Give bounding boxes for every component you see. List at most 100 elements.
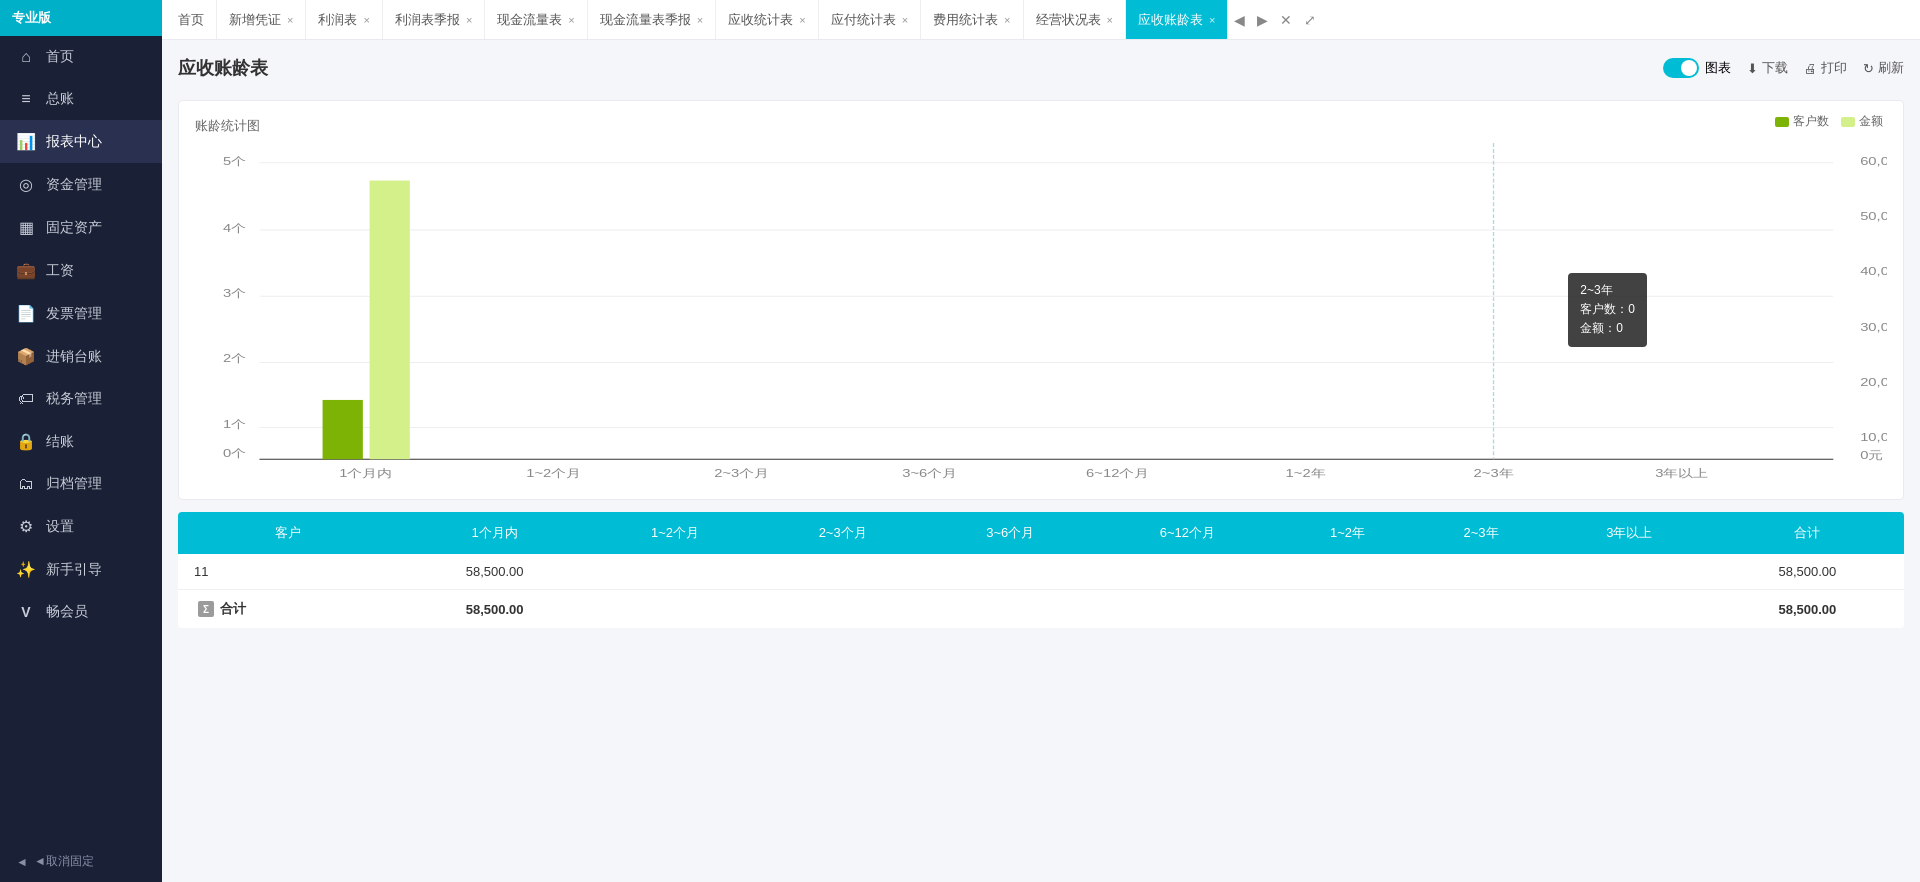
svg-text:60,000.00元: 60,000.00元 xyxy=(1860,155,1887,168)
svg-text:3年以上: 3年以上 xyxy=(1655,467,1708,479)
stock-icon: 📦 xyxy=(16,347,36,366)
sidebar-item-assets[interactable]: ▦ 固定资产 xyxy=(0,206,162,249)
sidebar-item-salary[interactable]: 💼 工资 xyxy=(0,249,162,292)
tab-expense-close[interactable]: × xyxy=(1004,14,1010,26)
tab-next-btn[interactable]: ▶ xyxy=(1251,0,1274,40)
bar-amount-1month[interactable] xyxy=(370,181,410,460)
tab-ar-aging-close[interactable]: × xyxy=(1209,14,1215,26)
chart-toggle[interactable] xyxy=(1663,58,1699,78)
sidebar-item-ledger[interactable]: ≡ 总账 xyxy=(0,78,162,120)
svg-text:0元: 0元 xyxy=(1860,449,1883,462)
tab-ar-aging[interactable]: 应收账龄表 × xyxy=(1126,0,1228,40)
footer-2-3year xyxy=(1414,590,1548,629)
tab-operations[interactable]: 经营状况表 × xyxy=(1024,0,1126,40)
tab-expense[interactable]: 费用统计表 × xyxy=(921,0,1023,40)
data-table: 客户 1个月内 1~2个月 2~3个月 3~6个月 6~12个月 1~2年 2~… xyxy=(178,512,1904,628)
sidebar-item-reports[interactable]: 📊 报表中心 xyxy=(0,120,162,163)
tab-ap-stat-close[interactable]: × xyxy=(902,14,908,26)
archive-icon: 🗂 xyxy=(16,475,36,493)
total-icon: Σ xyxy=(198,601,214,617)
tab-profit-season[interactable]: 利润表季报 × xyxy=(383,0,485,40)
sidebar-item-vip[interactable]: V 畅会员 xyxy=(0,591,162,633)
assets-icon: ▦ xyxy=(16,218,36,237)
tab-cashflow-season-close[interactable]: × xyxy=(697,14,703,26)
tab-expense-label: 费用统计表 xyxy=(933,11,998,29)
sidebar-toggle-pin[interactable]: ◄ ◄取消固定 xyxy=(0,841,162,882)
legend-amount-label: 金额 xyxy=(1859,113,1883,130)
print-btn[interactable]: 🖨 打印 xyxy=(1804,59,1847,77)
tab-ap-stat[interactable]: 应付统计表 × xyxy=(819,0,921,40)
chart-toggle-label: 图表 xyxy=(1705,59,1731,77)
close-book-icon: 🔒 xyxy=(16,432,36,451)
legend-amount: 金额 xyxy=(1841,113,1883,130)
tab-profit[interactable]: 利润表 × xyxy=(306,0,382,40)
tab-profit-season-close[interactable]: × xyxy=(466,14,472,26)
funds-icon: ◎ xyxy=(16,175,36,194)
sidebar-label-settings: 设置 xyxy=(46,518,74,536)
sidebar-item-stock[interactable]: 📦 进销台账 xyxy=(0,335,162,378)
svg-text:1~2个月: 1~2个月 xyxy=(526,467,581,479)
header-actions: 图表 ⬇ 下载 🖨 打印 ↻ 刷新 xyxy=(1663,58,1904,78)
col-header-2-3month: 2~3个月 xyxy=(759,512,927,554)
tab-cashflow-season[interactable]: 现金流量表季报 × xyxy=(588,0,716,40)
tab-operations-close[interactable]: × xyxy=(1107,14,1113,26)
col-header-customer: 客户 xyxy=(178,512,398,554)
tab-operations-label: 经营状况表 xyxy=(1036,11,1101,29)
col-header-1-2month: 1~2个月 xyxy=(591,512,759,554)
footer-3-6month xyxy=(926,590,1094,629)
refresh-btn[interactable]: ↻ 刷新 xyxy=(1863,59,1904,77)
chart-svg-area: 5个 4个 3个 2个 1个 0个 60,000.00元 50,000.00元 … xyxy=(195,143,1887,479)
salary-icon: 💼 xyxy=(16,261,36,280)
page-header: 应收账龄表 图表 ⬇ 下载 🖨 打印 ↻ 刷新 xyxy=(178,56,1904,80)
svg-text:2个: 2个 xyxy=(223,352,246,365)
svg-text:30,000.00元: 30,000.00元 xyxy=(1860,321,1887,334)
sidebar-item-guide[interactable]: ✨ 新手引导 xyxy=(0,548,162,591)
tab-profit-close[interactable]: × xyxy=(363,14,369,26)
sidebar-item-home[interactable]: ⌂ 首页 xyxy=(0,36,162,78)
sidebar-label-guide: 新手引导 xyxy=(46,561,102,579)
cell-1-2month xyxy=(591,554,759,590)
footer-1-2month xyxy=(591,590,759,629)
tab-cashflow-close[interactable]: × xyxy=(568,14,574,26)
chart-toggle-wrap: 图表 xyxy=(1663,58,1731,78)
footer-1month: 58,500.00 xyxy=(398,590,591,629)
svg-text:10,000.00元: 10,000.00元 xyxy=(1860,431,1887,444)
sidebar-item-invoice[interactable]: 📄 发票管理 xyxy=(0,292,162,335)
tab-ap-stat-label: 应付统计表 xyxy=(831,11,896,29)
tab-ar-stat-label: 应收统计表 xyxy=(728,11,793,29)
sidebar-label-tax: 税务管理 xyxy=(46,390,102,408)
sidebar-label-archive: 归档管理 xyxy=(46,475,102,493)
refresh-icon: ↻ xyxy=(1863,61,1874,76)
sidebar-label-assets: 固定资产 xyxy=(46,219,102,237)
vip-icon: V xyxy=(16,604,36,620)
tab-prev-btn[interactable]: ◀ xyxy=(1228,0,1251,40)
sidebar-item-close[interactable]: 🔒 结账 xyxy=(0,420,162,463)
sidebar-item-archive[interactable]: 🗂 归档管理 xyxy=(0,463,162,505)
svg-text:5个: 5个 xyxy=(223,155,246,168)
tab-voucher-close[interactable]: × xyxy=(287,14,293,26)
tab-cashflow[interactable]: 现金流量表 × xyxy=(485,0,587,40)
sidebar-label-funds: 资金管理 xyxy=(46,176,102,194)
table-footer-row: Σ 合计 58,500.00 58,500.00 xyxy=(178,590,1904,629)
tab-cashflow-season-label: 现金流量表季报 xyxy=(600,11,691,29)
chart-svg: 5个 4个 3个 2个 1个 0个 60,000.00元 50,000.00元 … xyxy=(195,143,1887,479)
tab-expand-btn[interactable]: ⤢ xyxy=(1298,0,1322,40)
tab-home[interactable]: 首页 xyxy=(166,0,217,40)
sidebar: 专业版 ⌂ 首页 ≡ 总账 📊 报表中心 ◎ 资金管理 ▦ 固定资产 💼 工资 … xyxy=(0,0,162,882)
tab-ar-stat[interactable]: 应收统计表 × xyxy=(716,0,818,40)
sidebar-item-tax[interactable]: 🏷 税务管理 xyxy=(0,378,162,420)
tab-profit-season-label: 利润表季报 xyxy=(395,11,460,29)
tab-voucher-label: 新增凭证 xyxy=(229,11,281,29)
ledger-icon: ≡ xyxy=(16,90,36,108)
chart-legend: 客户数 金额 xyxy=(1775,113,1883,130)
tab-voucher[interactable]: 新增凭证 × xyxy=(217,0,306,40)
sidebar-item-funds[interactable]: ◎ 资金管理 xyxy=(0,163,162,206)
tab-ar-stat-close[interactable]: × xyxy=(799,14,805,26)
sidebar-item-settings[interactable]: ⚙ 设置 xyxy=(0,505,162,548)
tab-close-btn[interactable]: ✕ xyxy=(1274,0,1298,40)
download-btn[interactable]: ⬇ 下载 xyxy=(1747,59,1788,77)
bar-customers-1month[interactable] xyxy=(323,400,363,459)
sidebar-label-invoice: 发票管理 xyxy=(46,305,102,323)
svg-text:50,000.00元: 50,000.00元 xyxy=(1860,210,1887,223)
table-header-row: 客户 1个月内 1~2个月 2~3个月 3~6个月 6~12个月 1~2年 2~… xyxy=(178,512,1904,554)
